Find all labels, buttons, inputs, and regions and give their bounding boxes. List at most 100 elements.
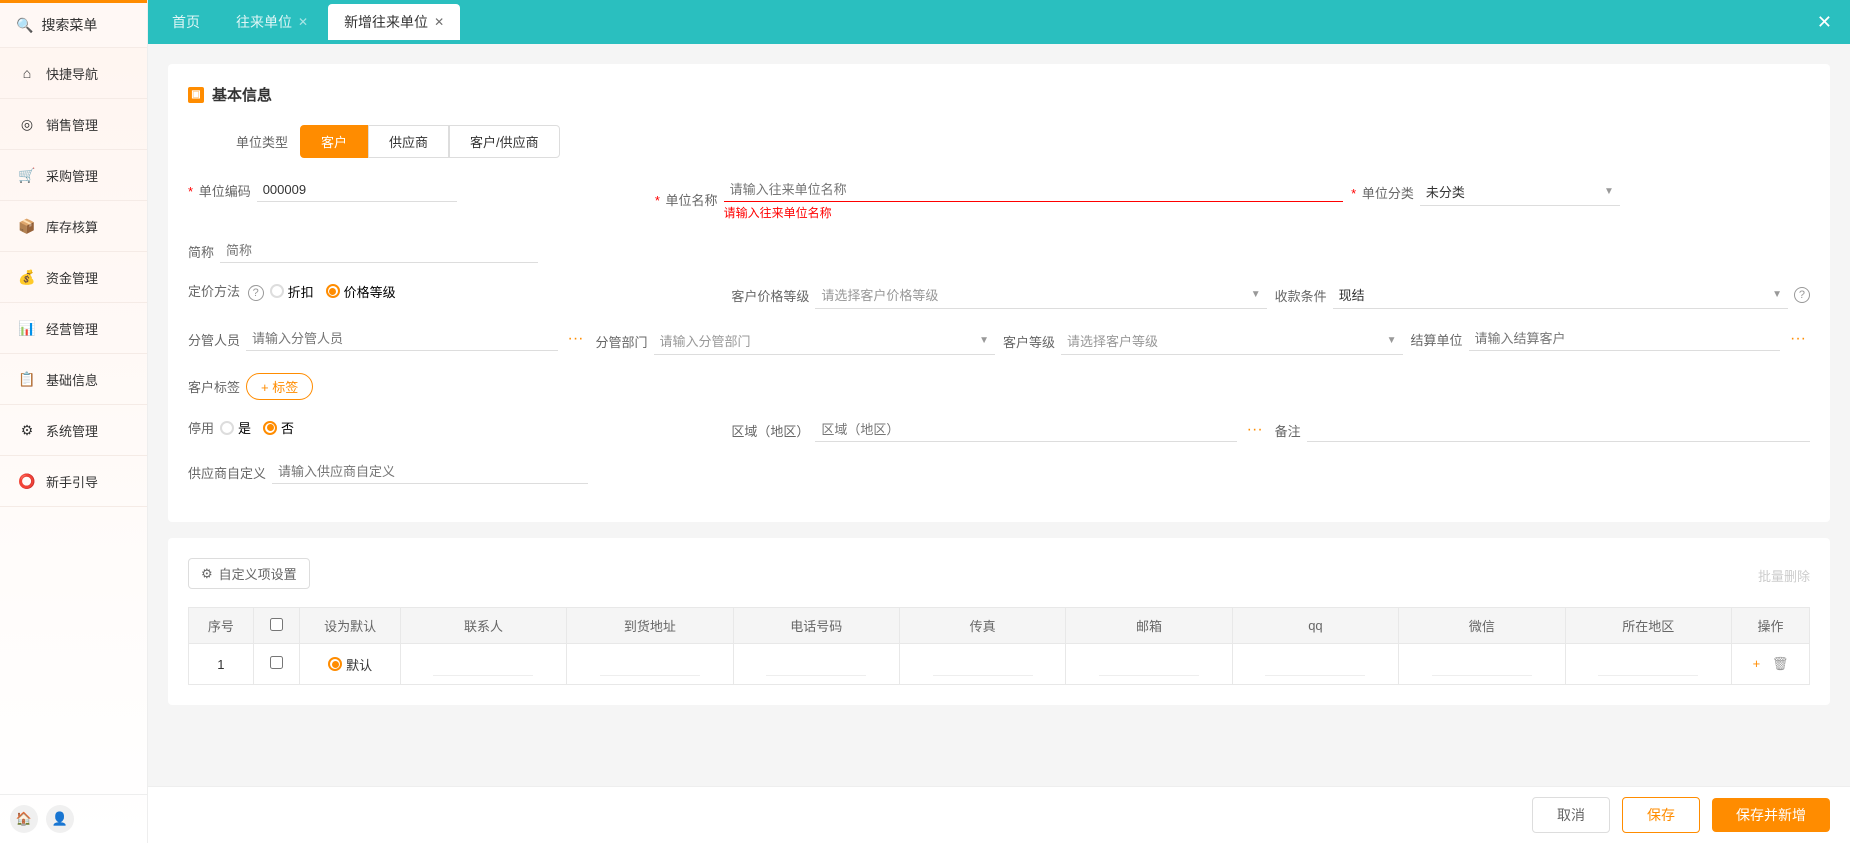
select-all-checkbox[interactable] <box>270 618 283 631</box>
region-input[interactable] <box>815 418 1236 442</box>
save-new-button[interactable]: 保存并新增 <box>1712 798 1830 832</box>
form-row-6: 停用 是 否 区 <box>188 418 1810 442</box>
table-section: ⚙ 自定义项设置 批量删除 序号 设为默认 联系人 到货地址 电话号码 传真 邮… <box>168 538 1830 705</box>
sidebar-item-quick-nav[interactable]: ⌂ 快捷导航 <box>0 48 147 99</box>
form-row-1: * 单位编码 * 单位名称 请输入往来单位名称 <box>188 178 1810 221</box>
unit-code-label: * 单位编码 <box>188 181 251 200</box>
search-menu[interactable]: 🔍 搜索菜单 <box>0 3 147 48</box>
form-row-3: 定价方法 ? 折扣 价格等级 <box>188 281 1810 309</box>
sidebar-item-operations[interactable]: 📊 经营管理 <box>0 303 147 354</box>
row-qq[interactable] <box>1232 644 1398 685</box>
disabled-radio-group: 是 否 <box>220 418 294 437</box>
department-field: 分管部门 请输入分管部门 ▼ <box>596 327 996 355</box>
cancel-button[interactable]: 取消 <box>1532 797 1610 833</box>
tab-new-partner[interactable]: 新增往来单位✕ <box>328 4 460 40</box>
price-level-radio-circle <box>326 284 340 298</box>
row-delete-icon[interactable]: 🗑 <box>1772 656 1789 671</box>
row-region-input[interactable] <box>1598 652 1698 676</box>
payment-terms-chevron-icon: ▼ <box>1772 289 1782 300</box>
unit-name-input[interactable] <box>724 178 1344 202</box>
row-fax[interactable] <box>899 644 1065 685</box>
customer-tag-label: 客户标签 <box>188 377 240 396</box>
region-more-icon[interactable]: ··· <box>1243 421 1267 439</box>
payment-terms-select[interactable]: 现结 ▼ <box>1333 281 1788 309</box>
col-contact: 联系人 <box>400 608 566 644</box>
sidebar-item-inventory[interactable]: 📦 库存核算 <box>0 201 147 252</box>
add-tag-button[interactable]: + 标签 <box>246 373 313 400</box>
btn-supplier[interactable]: 供应商 <box>368 125 449 158</box>
window-close-button[interactable]: ✕ <box>1807 12 1842 33</box>
sidebar-item-purchase[interactable]: 🛒 采购管理 <box>0 150 147 201</box>
payment-terms-help-icon[interactable]: ? <box>1794 287 1810 303</box>
phone-input[interactable] <box>766 652 866 676</box>
region-label: 区域（地区） <box>731 421 809 440</box>
unit-code-input[interactable] <box>257 178 457 202</box>
row-checkbox-cell <box>253 644 300 685</box>
col-fax: 传真 <box>899 608 1065 644</box>
row-region[interactable] <box>1565 644 1731 685</box>
disabled-yes-radio[interactable]: 是 <box>220 418 251 437</box>
wechat-input[interactable] <box>1432 652 1532 676</box>
user-icon[interactable]: 👤 <box>46 805 74 833</box>
tab-partners[interactable]: 往来单位 ✕ <box>220 4 324 40</box>
pricing-price-level-radio[interactable]: 价格等级 <box>326 282 396 301</box>
pricing-help-icon[interactable]: ? <box>248 285 264 301</box>
email-input[interactable] <box>1099 652 1199 676</box>
no-radio-dot <box>267 424 274 431</box>
yes-radio-circle <box>220 421 234 435</box>
tab-home[interactable]: 首页 <box>156 4 216 40</box>
sales-icon: ◎ <box>16 113 38 135</box>
save-button[interactable]: 保存 <box>1622 797 1700 833</box>
row-checkbox[interactable] <box>270 656 283 669</box>
tab-label-partners: 往来单位 <box>236 12 292 32</box>
pricing-method-field: 定价方法 ? 折扣 价格等级 <box>188 281 723 301</box>
tab-close-partners[interactable]: ✕ <box>298 15 308 29</box>
batch-delete-button[interactable]: 批量删除 <box>1758 566 1810 585</box>
col-no: 序号 <box>189 608 254 644</box>
manager-input[interactable] <box>246 327 558 351</box>
tab-close-new-partner[interactable]: ✕ <box>434 15 444 29</box>
disabled-label: 停用 <box>188 418 214 437</box>
btn-both[interactable]: 客户/供应商 <box>449 125 560 158</box>
fax-input[interactable] <box>933 652 1033 676</box>
contact-input[interactable] <box>433 652 533 676</box>
pricing-radio-group: 折扣 价格等级 <box>270 282 396 301</box>
btn-customer[interactable]: 客户 <box>300 125 368 158</box>
unit-category-select[interactable]: 未分类 ▼ <box>1420 178 1620 206</box>
short-name-label: 简称 <box>188 242 214 261</box>
sidebar-item-label-inventory: 库存核算 <box>46 217 98 236</box>
remark-input[interactable] <box>1307 418 1810 442</box>
disabled-no-radio[interactable]: 否 <box>263 418 294 437</box>
row-contact[interactable] <box>400 644 566 685</box>
customer-level-select[interactable]: 请选择客户等级 ▼ <box>1061 327 1402 355</box>
row-add-icon[interactable]: + <box>1753 656 1761 671</box>
row-phone[interactable] <box>733 644 899 685</box>
pricing-discount-radio[interactable]: 折扣 <box>270 282 314 301</box>
sidebar-item-sales[interactable]: ◎ 销售管理 <box>0 99 147 150</box>
sidebar-item-label-newbie: 新手引导 <box>46 472 98 491</box>
short-name-input[interactable] <box>220 239 538 263</box>
sidebar-item-finance[interactable]: 💰 资金管理 <box>0 252 147 303</box>
settlement-more-icon[interactable]: ··· <box>1786 330 1810 348</box>
table-row: 1 默认 <box>189 644 1810 685</box>
custom-settings-button[interactable]: ⚙ 自定义项设置 <box>188 558 310 589</box>
settlement-unit-input[interactable] <box>1469 327 1781 351</box>
row-default-radio[interactable]: 默认 <box>310 655 389 674</box>
home-icon[interactable]: 🏠 <box>10 805 38 833</box>
supplier-custom-input[interactable] <box>272 460 588 484</box>
customer-price-level-select[interactable]: 请选择客户价格等级 ▼ <box>815 281 1266 309</box>
row-wechat[interactable] <box>1399 644 1565 685</box>
department-select[interactable]: 请输入分管部门 ▼ <box>654 327 995 355</box>
sidebar-item-newbie[interactable]: ⭕ 新手引导 <box>0 456 147 507</box>
row-address[interactable] <box>567 644 733 685</box>
manager-more-icon[interactable]: ··· <box>564 330 588 348</box>
address-input[interactable] <box>600 652 700 676</box>
settlement-unit-field: 结算单位 ··· <box>1411 327 1811 351</box>
sidebar-item-basic-info[interactable]: 📋 基础信息 <box>0 354 147 405</box>
section-title: ▣ 基本信息 <box>188 84 1810 105</box>
sidebar-item-system[interactable]: ⚙ 系统管理 <box>0 405 147 456</box>
search-label: 搜索菜单 <box>41 15 97 35</box>
no-radio-circle <box>263 421 277 435</box>
row-email[interactable] <box>1066 644 1232 685</box>
qq-input[interactable] <box>1265 652 1365 676</box>
